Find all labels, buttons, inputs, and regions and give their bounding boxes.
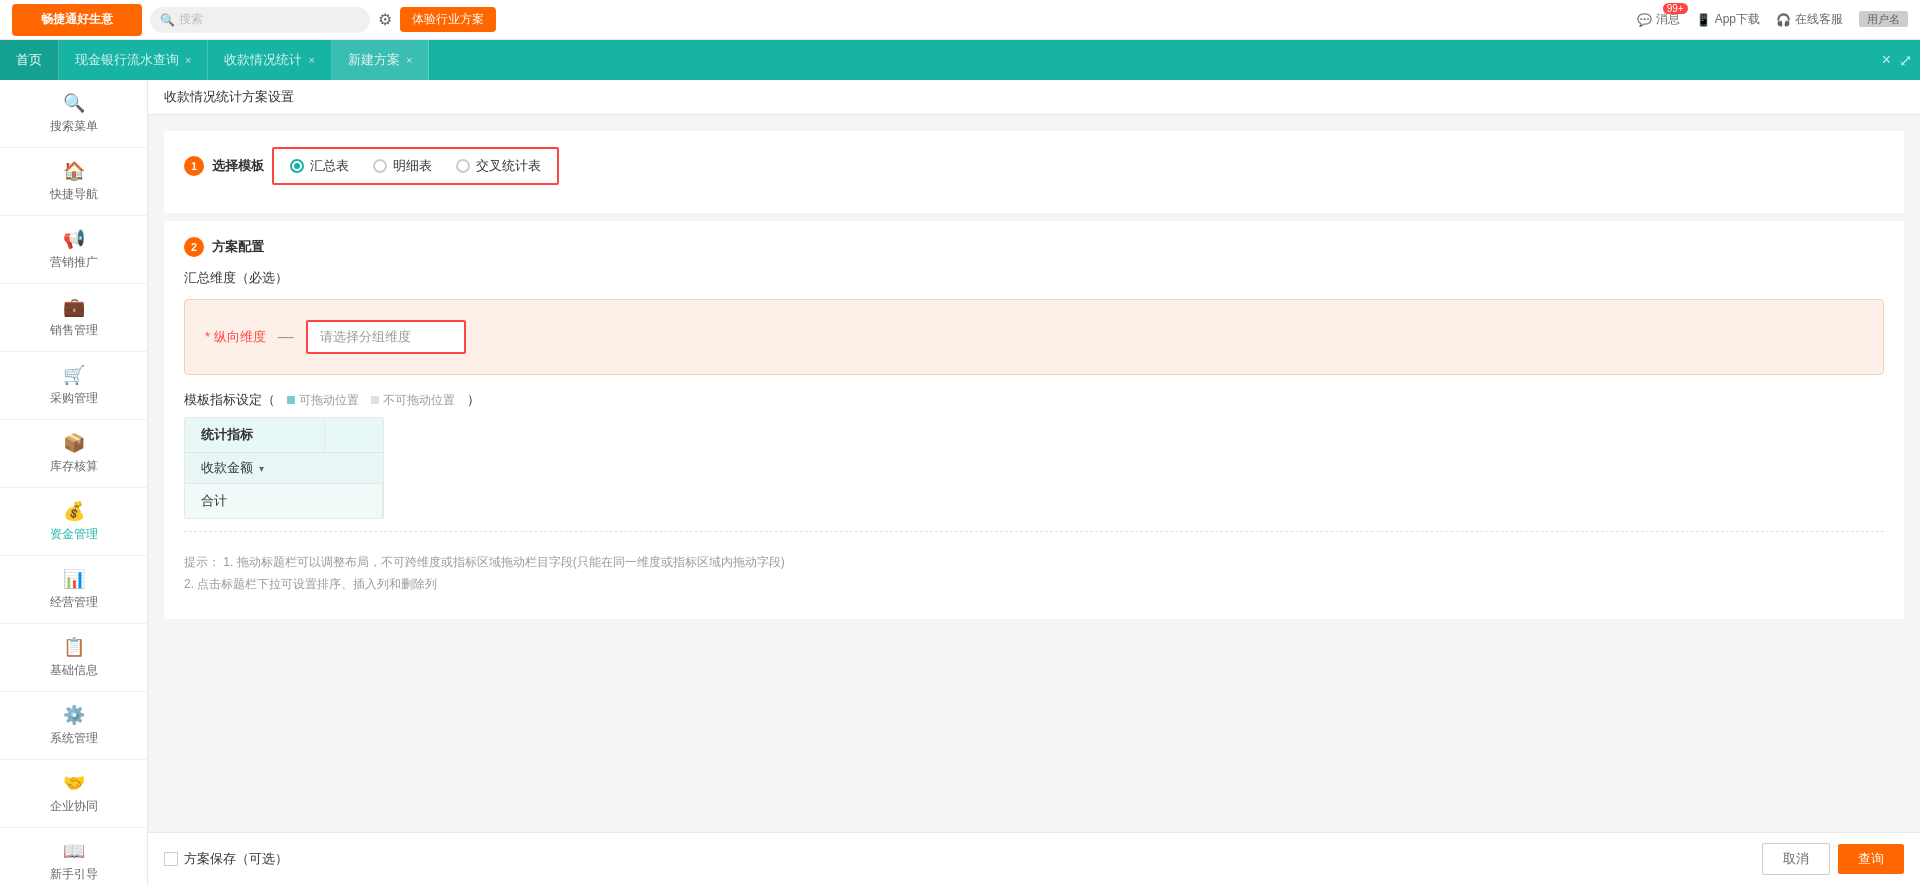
sidebar-item-basic-info[interactable]: 📋 基础信息 [0, 624, 147, 692]
nav-tabs: 首页 现金银行流水查询 × 收款情况统计 × 新建方案 × × ⤢ [0, 40, 1920, 80]
template-options: 汇总表 明细表 交叉统计表 [272, 147, 559, 185]
top-bar-actions: 💬 消息 99+ 📱 App下载 🎧 在线客服 用户名 [1637, 11, 1908, 28]
save-checkbox[interactable] [164, 852, 178, 866]
metrics-table: 统计指标 收款金额 ▾ 合计 [184, 417, 384, 519]
drag-indicator-movable: 可拖动位置 [287, 392, 359, 409]
radio-dot-detail [373, 159, 387, 173]
sidebar-item-inventory[interactable]: 📦 库存核算 [0, 420, 147, 488]
footer-actions: 取消 查询 [1762, 843, 1904, 875]
radio-cross[interactable]: 交叉统计表 [456, 157, 541, 175]
app-logo: 畅捷通好生意 [12, 4, 142, 36]
top-bar: 畅捷通好生意 🔍 搜索 ⚙ 体验行业方案 💬 消息 99+ 📱 App下载 🎧 … [0, 0, 1920, 40]
support-btn[interactable]: 🎧 在线客服 [1776, 11, 1843, 28]
hint-2: 2. 点击标题栏下拉可设置排序、插入列和删除列 [184, 574, 1884, 596]
guide-icon: 📖 [63, 840, 85, 862]
search-bar[interactable]: 🔍 搜索 [150, 7, 370, 33]
management-icon: 📊 [63, 568, 85, 590]
inventory-icon: 📦 [63, 432, 85, 454]
hints-section: 提示： 1. 拖动标题栏可以调整布局，不可跨维度或指标区域拖动栏目字段(只能在同… [184, 544, 1884, 603]
sidebar-item-nav[interactable]: 🏠 快捷导航 [0, 148, 147, 216]
metrics-sub-header[interactable]: 收款金额 ▾ [185, 452, 383, 483]
radio-dot-cross [456, 159, 470, 173]
marketing-icon: 📢 [63, 228, 85, 250]
step1-title: 选择模板 [212, 157, 264, 175]
settings-panel: 1 选择模板 汇总表 明细表 交叉统计表 [148, 115, 1920, 832]
dimension-area: * 纵向维度 — 请选择分组维度 [184, 299, 1884, 375]
dimension-selector[interactable]: 请选择分组维度 [306, 320, 466, 354]
metrics-body: 合计 [185, 483, 383, 518]
step2-title: 方案配置 [212, 238, 264, 256]
step1-number: 1 [184, 156, 204, 176]
finance-icon: 💰 [63, 500, 85, 522]
radio-detail[interactable]: 明细表 [373, 157, 432, 175]
tab-home[interactable]: 首页 [0, 40, 59, 80]
dimension-label: * 纵向维度 [205, 328, 266, 346]
metrics-label: 模板指标设定（ 可拖动位置 不可拖动位置 ） [184, 391, 1884, 409]
step2-header: 2 方案配置 [184, 237, 1884, 257]
drag-indicator-fixed: 不可拖动位置 [371, 392, 455, 409]
window-expand-icon[interactable]: ⤢ [1899, 51, 1912, 70]
radio-summary[interactable]: 汇总表 [290, 157, 349, 175]
window-controls: × ⤢ [1882, 51, 1920, 70]
sidebar-item-sales[interactable]: 💼 销售管理 [0, 284, 147, 352]
gear-icon[interactable]: ⚙ [378, 10, 392, 29]
home-icon: 🏠 [63, 160, 85, 182]
metrics-header: 统计指标 [185, 418, 383, 452]
download-btn[interactable]: 📱 App下载 [1696, 11, 1760, 28]
tab-close-icon[interactable]: × [308, 54, 314, 66]
step2-section: 2 方案配置 汇总维度（必选） * 纵向维度 — 请选择分组维度 [164, 221, 1904, 619]
bottom-bar: 方案保存（可选） 取消 查询 [148, 832, 1920, 885]
sidebar-item-search[interactable]: 🔍 搜索菜单 [0, 80, 147, 148]
sidebar-item-purchase[interactable]: 🛒 采购管理 [0, 352, 147, 420]
metrics-header-cell[interactable]: 统计指标 [185, 418, 325, 452]
dimension-row: * 纵向维度 — 请选择分组维度 [205, 320, 1863, 354]
tab-new-plan[interactable]: 新建方案 × [332, 40, 429, 80]
step2-number: 2 [184, 237, 204, 257]
message-btn[interactable]: 💬 消息 99+ [1637, 11, 1680, 28]
metrics-dropdown-arrow: ▾ [259, 463, 264, 474]
step1-section: 1 选择模板 汇总表 明细表 交叉统计表 [164, 131, 1904, 213]
sidebar-item-marketing[interactable]: 📢 营销推广 [0, 216, 147, 284]
save-checkbox-area[interactable]: 方案保存（可选） [164, 850, 288, 868]
cancel-button[interactable]: 取消 [1762, 843, 1830, 875]
page-header: 收款情况统计方案设置 [148, 80, 1920, 115]
tab-cash-bank[interactable]: 现金银行流水查询 × [59, 40, 208, 80]
main-layout: 🔍 搜索菜单 🏠 快捷导航 📢 营销推广 💼 销售管理 🛒 采购管理 📦 库存核… [0, 80, 1920, 885]
sidebar-item-enterprise[interactable]: 🤝 企业协同 [0, 760, 147, 828]
user-info: 用户名 [1859, 12, 1908, 27]
dimension-arrow: — [278, 328, 294, 346]
sidebar-item-system[interactable]: ⚙️ 系统管理 [0, 692, 147, 760]
sidebar-item-guide[interactable]: 📖 新手引导 [0, 828, 147, 885]
step1-header: 1 选择模板 汇总表 明细表 交叉统计表 [184, 147, 1884, 185]
query-button[interactable]: 查询 [1838, 844, 1904, 874]
system-icon: ⚙️ [63, 704, 85, 726]
sales-icon: 💼 [63, 296, 85, 318]
metrics-table-area: 统计指标 收款金额 ▾ 合计 [184, 417, 384, 519]
drag-dot-teal [287, 396, 295, 404]
drag-dot-grey [371, 396, 379, 404]
industry-btn[interactable]: 体验行业方案 [400, 7, 496, 32]
hint-1: 提示： 1. 拖动标题栏可以调整布局，不可跨维度或指标区域拖动栏目字段(只能在同… [184, 552, 1884, 574]
window-close-icon[interactable]: × [1882, 51, 1891, 69]
dimension-title: 汇总维度（必选） [184, 269, 1884, 287]
content-area: 收款情况统计方案设置 1 选择模板 汇总表 明细表 [148, 80, 1920, 885]
sidebar: 🔍 搜索菜单 🏠 快捷导航 📢 营销推广 💼 销售管理 🛒 采购管理 📦 库存核… [0, 80, 148, 885]
dimension-section: 汇总维度（必选） * 纵向维度 — 请选择分组维度 [184, 269, 1884, 375]
metrics-body-cell: 合计 [185, 483, 383, 518]
tab-collections[interactable]: 收款情况统计 × [208, 40, 331, 80]
sidebar-item-management[interactable]: 📊 经营管理 [0, 556, 147, 624]
search-icon: 🔍 [63, 92, 85, 114]
purchase-icon: 🛒 [63, 364, 85, 386]
metrics-section: 模板指标设定（ 可拖动位置 不可拖动位置 ） [184, 391, 1884, 519]
tab-close-icon[interactable]: × [406, 54, 412, 66]
divider [184, 531, 1884, 532]
sidebar-item-finance[interactable]: 💰 资金管理 [0, 488, 147, 556]
tab-close-icon[interactable]: × [185, 54, 191, 66]
basic-info-icon: 📋 [63, 636, 85, 658]
radio-dot-summary [290, 159, 304, 173]
enterprise-icon: 🤝 [63, 772, 85, 794]
